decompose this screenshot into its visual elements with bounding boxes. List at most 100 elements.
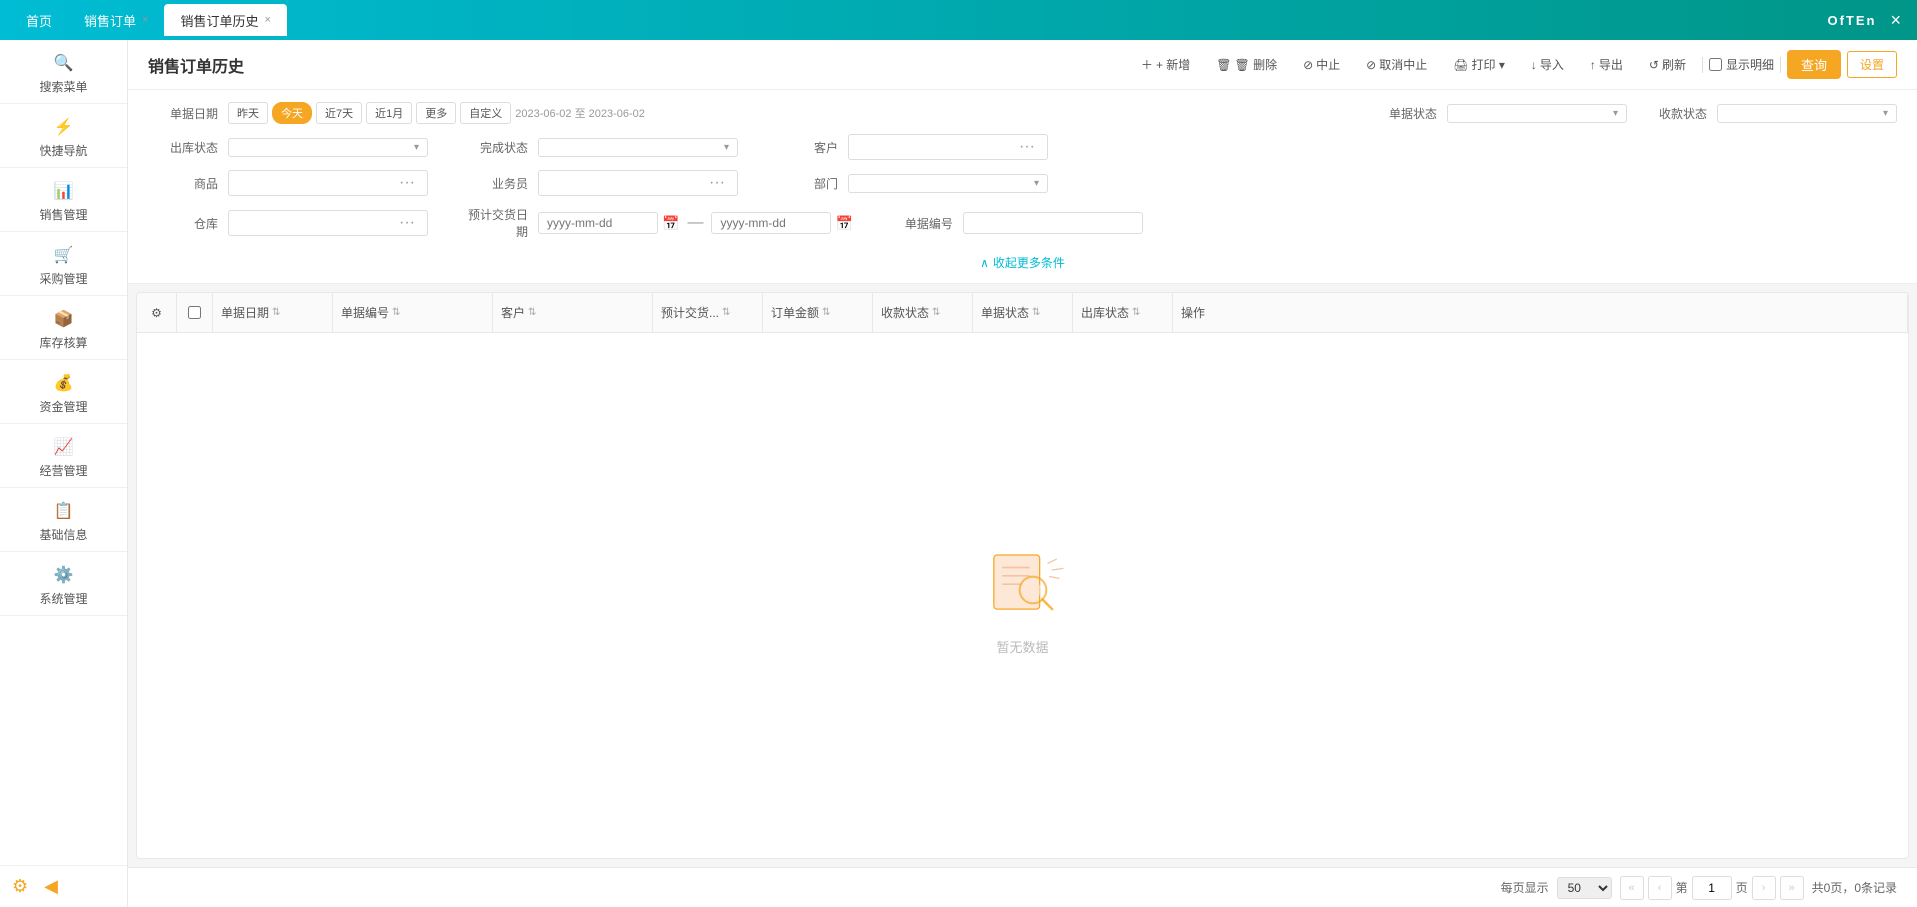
date-custom-btn[interactable]: 自定义	[460, 102, 511, 124]
prev-page-button[interactable]: ‹	[1648, 876, 1672, 900]
inventory-icon: 📦	[53, 308, 75, 330]
tab-sales-order-history-close[interactable]: ×	[264, 14, 270, 26]
window-close-button[interactable]: ×	[1884, 8, 1907, 33]
filter-row-3: 商品 ··· 业务员 ··· 部门 ▾	[148, 170, 1897, 196]
order-no-input[interactable]	[963, 212, 1143, 234]
finance-icon: 💰	[53, 372, 75, 394]
delivery-date-control: 📅 — 📅	[538, 212, 853, 234]
outbound-status-chevron-icon: ▾	[414, 142, 419, 153]
sidebar-collapse-icon[interactable]: ◀	[44, 876, 58, 897]
sidebar-item-management-label: 经营管理	[39, 462, 87, 479]
pagination: « ‹ 第 页 › »	[1620, 876, 1804, 900]
refresh-icon: ↺	[1649, 58, 1659, 72]
tab-sales-order-close[interactable]: ×	[142, 14, 148, 26]
sidebar-item-purchase-label: 采购管理	[39, 270, 87, 287]
salesman-dots-icon[interactable]: ···	[705, 174, 729, 192]
customer-label: 客户	[768, 139, 838, 156]
sidebar-item-finance-label: 资金管理	[39, 398, 87, 415]
th-order-no[interactable]: 单据编号 ⇅	[333, 293, 493, 332]
query-button[interactable]: 查询	[1787, 50, 1841, 79]
th-settings[interactable]: ⚙	[137, 293, 177, 332]
date-7days-btn[interactable]: 近7天	[316, 102, 362, 124]
sidebar-item-sales[interactable]: 📊 销售管理	[0, 168, 127, 232]
sidebar-item-system[interactable]: ⚙️ 系统管理	[0, 552, 127, 616]
page-header: 销售订单历史 ＋ + 新增 🗑 🗑 删除 ⊘ 中止 ⊘ 取消中止	[128, 40, 1917, 90]
salesman-label: 业务员	[458, 175, 528, 192]
warehouse-control: ···	[228, 210, 428, 236]
select-all-checkbox[interactable]	[188, 306, 201, 319]
date-today-btn[interactable]: 今天	[272, 102, 312, 124]
page-number-input[interactable]	[1692, 876, 1732, 900]
bill-status-chevron-icon: ▾	[1613, 108, 1618, 119]
first-page-button[interactable]: «	[1620, 876, 1644, 900]
sidebar-item-finance[interactable]: 💰 资金管理	[0, 360, 127, 424]
payment-status-select[interactable]: ▾	[1717, 104, 1897, 123]
refresh-button[interactable]: ↺ 刷新	[1639, 52, 1696, 77]
sidebar-item-purchase[interactable]: 🛒 采购管理	[0, 232, 127, 296]
query-label: 查询	[1801, 55, 1827, 74]
bill-status-select[interactable]: ▾	[1447, 104, 1627, 123]
th-amount-sort-icon: ⇅	[822, 307, 830, 318]
sidebar-item-basic[interactable]: 📋 基础信息	[0, 488, 127, 552]
sidebar-settings-icon[interactable]: ⚙	[12, 876, 28, 897]
stop-button[interactable]: ⊘ 中止	[1293, 52, 1350, 77]
date-yesterday-btn[interactable]: 昨天	[228, 102, 268, 124]
completion-status-label: 完成状态	[458, 139, 528, 156]
delivery-date-end-input[interactable]	[711, 212, 831, 234]
outbound-status-select[interactable]: ▾	[228, 138, 428, 157]
date-quick-btns: 昨天 今天 近7天 近1月 更多 自定义	[228, 102, 511, 124]
sidebar-item-nav[interactable]: ⚡ 快捷导航	[0, 104, 127, 168]
display-toggle[interactable]: 显示明细	[1709, 56, 1774, 73]
th-bill-status[interactable]: 单据状态 ⇅	[973, 293, 1073, 332]
completion-status-select[interactable]: ▾	[538, 138, 738, 157]
import-icon: ↓	[1531, 58, 1537, 72]
date-1month-btn[interactable]: 近1月	[366, 102, 412, 124]
sidebar-bottom: ⚙ ◀	[0, 865, 127, 907]
delivery-date-start-calendar-icon[interactable]: 📅	[662, 215, 679, 232]
tab-sales-order-history[interactable]: 销售订单历史 ×	[164, 4, 286, 36]
page-size-select[interactable]: 50 10 20 100	[1557, 877, 1612, 899]
th-date[interactable]: 单据日期 ⇅	[213, 293, 333, 332]
filter-row-1: 单据日期 昨天 今天 近7天 近1月 更多 自定义 2023-06-02 至 2…	[148, 102, 1897, 124]
next-page-button[interactable]: ›	[1752, 876, 1776, 900]
date-separator: —	[683, 214, 707, 232]
th-bill-status-label: 单据状态	[981, 304, 1029, 321]
sidebar: 🔍 搜索菜单 ⚡ 快捷导航 📊 销售管理 🛒 采购管理 📦 库存核算 💰 资金管…	[0, 40, 128, 907]
filter-row-4: 仓库 ··· 预计交货日期 📅 — 📅 单据编号	[148, 206, 1897, 240]
customer-dots-icon[interactable]: ···	[1015, 138, 1039, 156]
total-info: 共0页，0条记录	[1812, 879, 1897, 896]
th-checkbox[interactable]	[177, 293, 213, 332]
th-out-status[interactable]: 出库状态 ⇅	[1073, 293, 1173, 332]
sidebar-item-management[interactable]: 📈 经营管理	[0, 424, 127, 488]
empty-state: 暂无数据	[137, 333, 1908, 858]
date-more-btn[interactable]: 更多	[416, 102, 456, 124]
delete-button[interactable]: 🗑 🗑 删除	[1206, 52, 1287, 77]
th-amount-label: 订单金额	[771, 304, 819, 321]
th-payment[interactable]: 收款状态 ⇅	[873, 293, 973, 332]
product-dots-icon[interactable]: ···	[395, 174, 419, 192]
th-amount[interactable]: 订单金额 ⇅	[763, 293, 873, 332]
settings-button[interactable]: 设置	[1847, 51, 1897, 78]
tab-sales-order[interactable]: 销售订单 ×	[68, 4, 164, 36]
cancel-stop-button[interactable]: ⊘ 取消中止	[1356, 52, 1437, 77]
warehouse-label: 仓库	[148, 215, 218, 232]
collapse-bar[interactable]: ∧ 收起更多条件	[148, 250, 1897, 271]
last-page-button[interactable]: »	[1780, 876, 1804, 900]
sidebar-item-inventory[interactable]: 📦 库存核算	[0, 296, 127, 360]
export-button[interactable]: ↑ 导出	[1580, 52, 1633, 77]
th-delivery[interactable]: 预计交货... ⇅	[653, 293, 763, 332]
th-customer[interactable]: 客户 ⇅	[493, 293, 653, 332]
display-toggle-checkbox[interactable]	[1709, 58, 1722, 71]
print-button[interactable]: 🖨 打印 ▾	[1443, 52, 1515, 77]
department-select[interactable]: ▾	[848, 174, 1048, 193]
warehouse-dots-icon[interactable]: ···	[395, 214, 419, 232]
add-button[interactable]: ＋ + 新增	[1131, 52, 1200, 77]
delivery-date-start-input[interactable]	[538, 212, 658, 234]
delivery-date-end-calendar-icon[interactable]: 📅	[835, 215, 852, 232]
import-button[interactable]: ↓ 导入	[1521, 52, 1574, 77]
page-label-2: 页	[1736, 879, 1748, 896]
tab-home[interactable]: 首页	[10, 4, 68, 36]
settings-label: 设置	[1860, 56, 1884, 73]
payment-status-chevron-icon: ▾	[1883, 108, 1888, 119]
sidebar-item-search[interactable]: 🔍 搜索菜单	[0, 40, 127, 104]
